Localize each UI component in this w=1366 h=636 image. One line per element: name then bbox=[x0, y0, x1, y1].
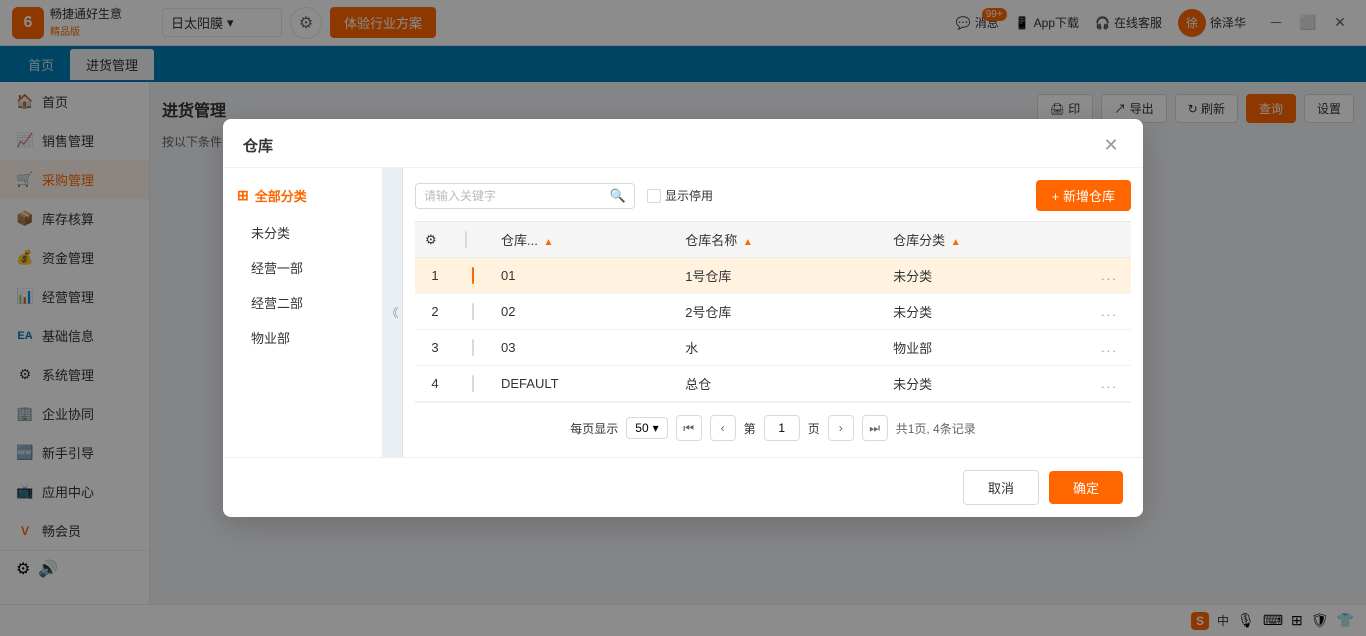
search-input[interactable] bbox=[424, 189, 604, 203]
page-number-input[interactable] bbox=[764, 415, 800, 441]
modal-header: 仓库 ✕ bbox=[223, 119, 1143, 168]
page-unit-label: 页 bbox=[808, 420, 820, 437]
cat-item-ops2[interactable]: 经营二部 bbox=[223, 285, 382, 320]
row-num: 1 bbox=[415, 258, 455, 294]
select-all-checkbox[interactable] bbox=[465, 231, 467, 248]
table-toolbar: 🔍 显示停用 + 新增仓库 bbox=[415, 180, 1131, 211]
sort-icon-category: ▲ bbox=[951, 237, 961, 248]
modal-body: ⊞ 全部分类 未分类 经营一部 经营二部 物业部 《 🔍 bbox=[223, 168, 1143, 457]
row-checkbox-cell bbox=[455, 294, 491, 330]
th-code-label: 仓库... bbox=[501, 233, 538, 248]
row-name: 水 bbox=[675, 330, 883, 366]
warehouse-modal: 仓库 ✕ ⊞ 全部分类 未分类 经营一部 经营二部 物业部 《 bbox=[223, 119, 1143, 517]
row-code: 02 bbox=[491, 294, 675, 330]
show-disabled-text: 显示停用 bbox=[665, 187, 713, 204]
cancel-button[interactable]: 取消 bbox=[963, 470, 1039, 505]
search-icon: 🔍 bbox=[610, 188, 626, 204]
row-more[interactable]: ... bbox=[1091, 366, 1131, 402]
per-page-value: 50 bbox=[635, 421, 648, 435]
th-code: 仓库... ▲ bbox=[491, 222, 675, 258]
row-category: 物业部 bbox=[883, 330, 1091, 366]
row-code: 03 bbox=[491, 330, 675, 366]
row-num: 2 bbox=[415, 294, 455, 330]
row-checkbox[interactable] bbox=[472, 375, 474, 392]
cat-item-uncategorized[interactable]: 未分类 bbox=[223, 215, 382, 250]
all-category-item[interactable]: ⊞ 全部分类 bbox=[223, 180, 382, 215]
table-row[interactable]: 4 DEFAULT 总仓 未分类 ... bbox=[415, 366, 1131, 402]
row-checkbox-cell bbox=[455, 366, 491, 402]
row-category: 未分类 bbox=[883, 366, 1091, 402]
cat-item-property[interactable]: 物业部 bbox=[223, 320, 382, 355]
th-checkbox[interactable] bbox=[455, 222, 491, 258]
row-code: DEFAULT bbox=[491, 366, 675, 402]
table-row[interactable]: 1 01 1号仓库 未分类 ... bbox=[415, 258, 1131, 294]
search-box: 🔍 bbox=[415, 183, 635, 209]
row-category: 未分类 bbox=[883, 294, 1091, 330]
th-action bbox=[1091, 222, 1131, 258]
sort-icon-code: ▲ bbox=[543, 237, 553, 248]
first-page-button[interactable]: ⏮ bbox=[676, 415, 702, 441]
show-disabled-checkbox[interactable] bbox=[647, 189, 661, 203]
next-page-button[interactable]: › bbox=[828, 415, 854, 441]
th-name-label: 仓库名称 bbox=[685, 233, 737, 248]
show-disabled-label[interactable]: 显示停用 bbox=[647, 187, 713, 204]
th-name: 仓库名称 ▲ bbox=[675, 222, 883, 258]
row-checkbox-cell bbox=[455, 258, 491, 294]
row-checkbox-cell bbox=[455, 330, 491, 366]
confirm-button[interactable]: 确定 bbox=[1049, 471, 1123, 504]
category-collapse-button[interactable]: 《 bbox=[383, 168, 403, 457]
row-num: 3 bbox=[415, 330, 455, 366]
category-sidebar: ⊞ 全部分类 未分类 经营一部 经营二部 物业部 bbox=[223, 168, 383, 457]
sort-icon-name: ▲ bbox=[743, 237, 753, 248]
page-number-label: 第 bbox=[744, 420, 756, 437]
all-category-label: 全部分类 bbox=[255, 186, 307, 205]
th-category: 仓库分类 ▲ bbox=[883, 222, 1091, 258]
add-warehouse-button[interactable]: + 新增仓库 bbox=[1036, 180, 1131, 211]
row-name: 总仓 bbox=[675, 366, 883, 402]
table-wrapper: ⚙ 仓库... ▲ 仓库名称 ▲ bbox=[415, 221, 1131, 402]
row-more[interactable]: ... bbox=[1091, 258, 1131, 294]
table-area: 🔍 显示停用 + 新增仓库 ⚙ bbox=[403, 168, 1143, 457]
table-row[interactable]: 2 02 2号仓库 未分类 ... bbox=[415, 294, 1131, 330]
row-num: 4 bbox=[415, 366, 455, 402]
modal-title: 仓库 bbox=[243, 135, 273, 156]
modal-close-button[interactable]: ✕ bbox=[1099, 133, 1123, 157]
table-row[interactable]: 3 03 水 物业部 ... bbox=[415, 330, 1131, 366]
modal-footer: 取消 确定 bbox=[223, 457, 1143, 517]
total-info: 共1页, 4条记录 bbox=[896, 420, 976, 437]
search-row: 🔍 显示停用 bbox=[415, 183, 713, 209]
row-code: 01 bbox=[491, 258, 675, 294]
row-more[interactable]: ... bbox=[1091, 294, 1131, 330]
row-name: 2号仓库 bbox=[675, 294, 883, 330]
row-category: 未分类 bbox=[883, 258, 1091, 294]
warehouse-table: ⚙ 仓库... ▲ 仓库名称 ▲ bbox=[415, 221, 1131, 402]
row-more[interactable]: ... bbox=[1091, 330, 1131, 366]
row-checkbox[interactable] bbox=[472, 303, 474, 320]
prev-page-button[interactable]: ‹ bbox=[710, 415, 736, 441]
cat-item-ops1[interactable]: 经营一部 bbox=[223, 250, 382, 285]
per-page-label: 每页显示 bbox=[570, 420, 618, 437]
modal-overlay: 仓库 ✕ ⊞ 全部分类 未分类 经营一部 经营二部 物业部 《 bbox=[0, 0, 1366, 636]
pagination: 每页显示 50 ▾ ⏮ ‹ 第 页 › ⏭ 共1页, 4条记录 bbox=[415, 402, 1131, 445]
last-page-button[interactable]: ⏭ bbox=[862, 415, 888, 441]
row-name: 1号仓库 bbox=[675, 258, 883, 294]
th-category-label: 仓库分类 bbox=[893, 233, 945, 248]
row-checkbox[interactable] bbox=[472, 339, 474, 356]
grid-icon: ⊞ bbox=[237, 187, 249, 204]
row-checkbox[interactable] bbox=[472, 267, 474, 284]
per-page-arrow-icon: ▾ bbox=[653, 421, 659, 435]
per-page-select[interactable]: 50 ▾ bbox=[626, 417, 667, 439]
th-settings[interactable]: ⚙ bbox=[415, 222, 455, 258]
